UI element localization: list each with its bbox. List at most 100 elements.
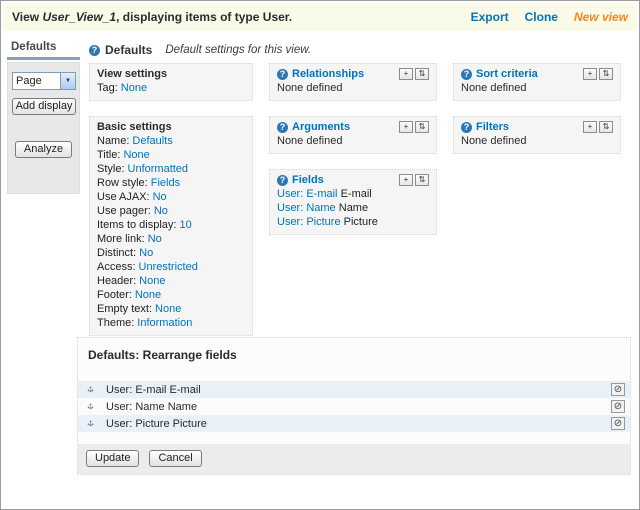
tag-setting: Tag: None	[97, 82, 148, 94]
setting-value-link[interactable]: No	[154, 205, 168, 217]
views-ui-page: View User_View_1, displaying items of ty…	[0, 0, 640, 510]
clone-link[interactable]: Clone	[525, 10, 558, 24]
settings-column-1: View settings Tag: None Basic settings Na…	[89, 63, 253, 336]
add-icon[interactable]: +	[399, 68, 413, 80]
rearrange-icon[interactable]: ⇅	[599, 68, 613, 80]
settings-column-3: ? Sort criteria + ⇅ None defined ? Filte…	[453, 63, 621, 154]
help-icon[interactable]: ?	[461, 121, 472, 133]
display-heading: ? Defaults Default settings for this vie…	[89, 43, 311, 57]
new-view-link[interactable]: New view	[574, 10, 628, 24]
rearrange-icon[interactable]: ⇅	[415, 68, 429, 80]
add-icon[interactable]: +	[399, 121, 413, 133]
display-sidebar: Defaults Page ▼ Add display Analyze	[7, 39, 80, 194]
filters-box: ? Filters + ⇅ None defined	[453, 116, 621, 154]
setting-row: Use AJAX: No	[97, 191, 167, 203]
setting-row: Theme: Information	[97, 317, 193, 329]
setting-row: Distinct: No	[97, 247, 154, 259]
setting-value-link[interactable]: Information	[137, 317, 192, 329]
add-icon[interactable]: +	[583, 68, 597, 80]
field-item: User: Name Name	[277, 202, 369, 214]
table-row: ↔ ↕ User: Picture Picture ⊘	[78, 415, 630, 432]
setting-row: Access: Unrestricted	[97, 261, 198, 273]
view-header-bar: View User_View_1, displaying items of ty…	[3, 3, 637, 31]
view-actions: Export Clone New view	[471, 10, 628, 24]
setting-row: Items to display: 10	[97, 219, 192, 231]
display-heading-description: Default settings for this view.	[165, 44, 312, 56]
tab-defaults[interactable]: Defaults	[7, 39, 80, 60]
export-link[interactable]: Export	[471, 10, 509, 24]
setting-row: Empty text: None	[97, 303, 182, 315]
row-label: User: E-mail E-mail	[106, 383, 201, 396]
drag-handle-icon[interactable]: ↔ ↕	[85, 401, 96, 412]
rearrange-form-title: Defaults: Rearrange fields	[88, 348, 237, 362]
remove-icon[interactable]: ⊘	[611, 400, 625, 413]
remove-icon[interactable]: ⊘	[611, 383, 625, 396]
setting-value-link[interactable]: None	[123, 149, 149, 161]
cancel-button[interactable]: Cancel	[149, 450, 202, 467]
table-row: ↔ ↕ User: Name Name ⊘	[78, 398, 630, 415]
display-heading-title: Defaults	[105, 43, 153, 57]
arguments-box: ? Arguments + ⇅ None defined	[269, 116, 437, 154]
setting-row: Header: None	[97, 275, 166, 287]
setting-value-link[interactable]: Unformatted	[128, 163, 189, 175]
filters-title-link[interactable]: Filters	[476, 120, 509, 134]
field-item: User: Picture Picture	[277, 216, 378, 228]
setting-value-link[interactable]: None	[135, 289, 161, 301]
setting-value-link[interactable]: None	[155, 303, 181, 315]
setting-value-link[interactable]: Fields	[151, 177, 180, 189]
rearrange-icon[interactable]: ⇅	[415, 121, 429, 133]
drag-handle-icon[interactable]: ↔ ↕	[85, 384, 96, 395]
setting-value-link[interactable]: No	[148, 233, 162, 245]
relationships-box: ? Relationships + ⇅ None defined	[269, 63, 437, 101]
add-display-button[interactable]: Add display	[12, 98, 76, 115]
setting-value-link[interactable]: Defaults	[132, 135, 172, 147]
help-icon[interactable]: ?	[277, 174, 288, 186]
field-item: User: E-mail E-mail	[277, 188, 372, 200]
fields-title-link[interactable]: Fields	[292, 173, 324, 187]
analyze-button[interactable]: Analyze	[14, 141, 73, 158]
setting-value-link[interactable]: Unrestricted	[139, 261, 198, 273]
rearrange-icon[interactable]: ⇅	[599, 121, 613, 133]
form-actions: Update Cancel	[78, 444, 630, 474]
setting-value-link[interactable]: No	[139, 247, 153, 259]
setting-row: Footer: None	[97, 289, 162, 301]
fields-box: ? Fields + ⇅ User: E-mail E-mail User: N…	[269, 169, 437, 235]
basic-settings-title: Basic settings	[97, 121, 172, 133]
arguments-title-link[interactable]: Arguments	[292, 120, 350, 134]
help-icon[interactable]: ?	[277, 121, 288, 133]
setting-value-link[interactable]: None	[139, 275, 165, 287]
setting-value-link[interactable]: 10	[179, 219, 191, 231]
setting-row: Name: Defaults	[97, 135, 173, 147]
display-settings-grid: View settings Tag: None Basic settings Na…	[89, 63, 621, 336]
row-label: User: Name Name	[106, 400, 198, 413]
setting-value-link[interactable]: No	[153, 191, 167, 203]
chevron-down-icon[interactable]: ▼	[60, 73, 75, 89]
table-row: ↔ ↕ User: E-mail E-mail ⊘	[78, 381, 630, 398]
field-link[interactable]: User: E-mail	[277, 188, 338, 200]
setting-row: Title: None	[97, 149, 150, 161]
rearrange-fields-form: Defaults: Rearrange fields ↔ ↕ User: E-ma…	[77, 337, 631, 475]
field-link[interactable]: User: Name	[277, 202, 336, 214]
view-name: User_View_1	[42, 10, 117, 24]
help-icon[interactable]: ?	[89, 44, 100, 56]
view-settings-title: View settings	[97, 68, 168, 80]
filters-empty-text: None defined	[461, 135, 527, 147]
add-icon[interactable]: +	[399, 174, 413, 186]
relationships-title-link[interactable]: Relationships	[292, 67, 364, 81]
arguments-empty-text: None defined	[277, 135, 343, 147]
settings-column-2: ? Relationships + ⇅ None defined ? Argum…	[269, 63, 437, 235]
update-button[interactable]: Update	[86, 450, 140, 467]
help-icon[interactable]: ?	[277, 68, 288, 80]
setting-row: Row style: Fields	[97, 177, 181, 189]
field-link[interactable]: User: Picture	[277, 216, 341, 228]
drag-handle-icon[interactable]: ↔ ↕	[85, 418, 96, 429]
remove-icon[interactable]: ⊘	[611, 417, 625, 430]
add-icon[interactable]: +	[583, 121, 597, 133]
display-add-panel: Page ▼ Add display Analyze	[7, 62, 80, 194]
sort-criteria-title-link[interactable]: Sort criteria	[476, 67, 538, 81]
help-icon[interactable]: ?	[461, 68, 472, 80]
display-type-select[interactable]: Page ▼	[12, 72, 76, 90]
rearrange-icon[interactable]: ⇅	[415, 174, 429, 186]
setting-row: Use pager: No	[97, 205, 168, 217]
tag-value-link[interactable]: None	[121, 82, 147, 94]
